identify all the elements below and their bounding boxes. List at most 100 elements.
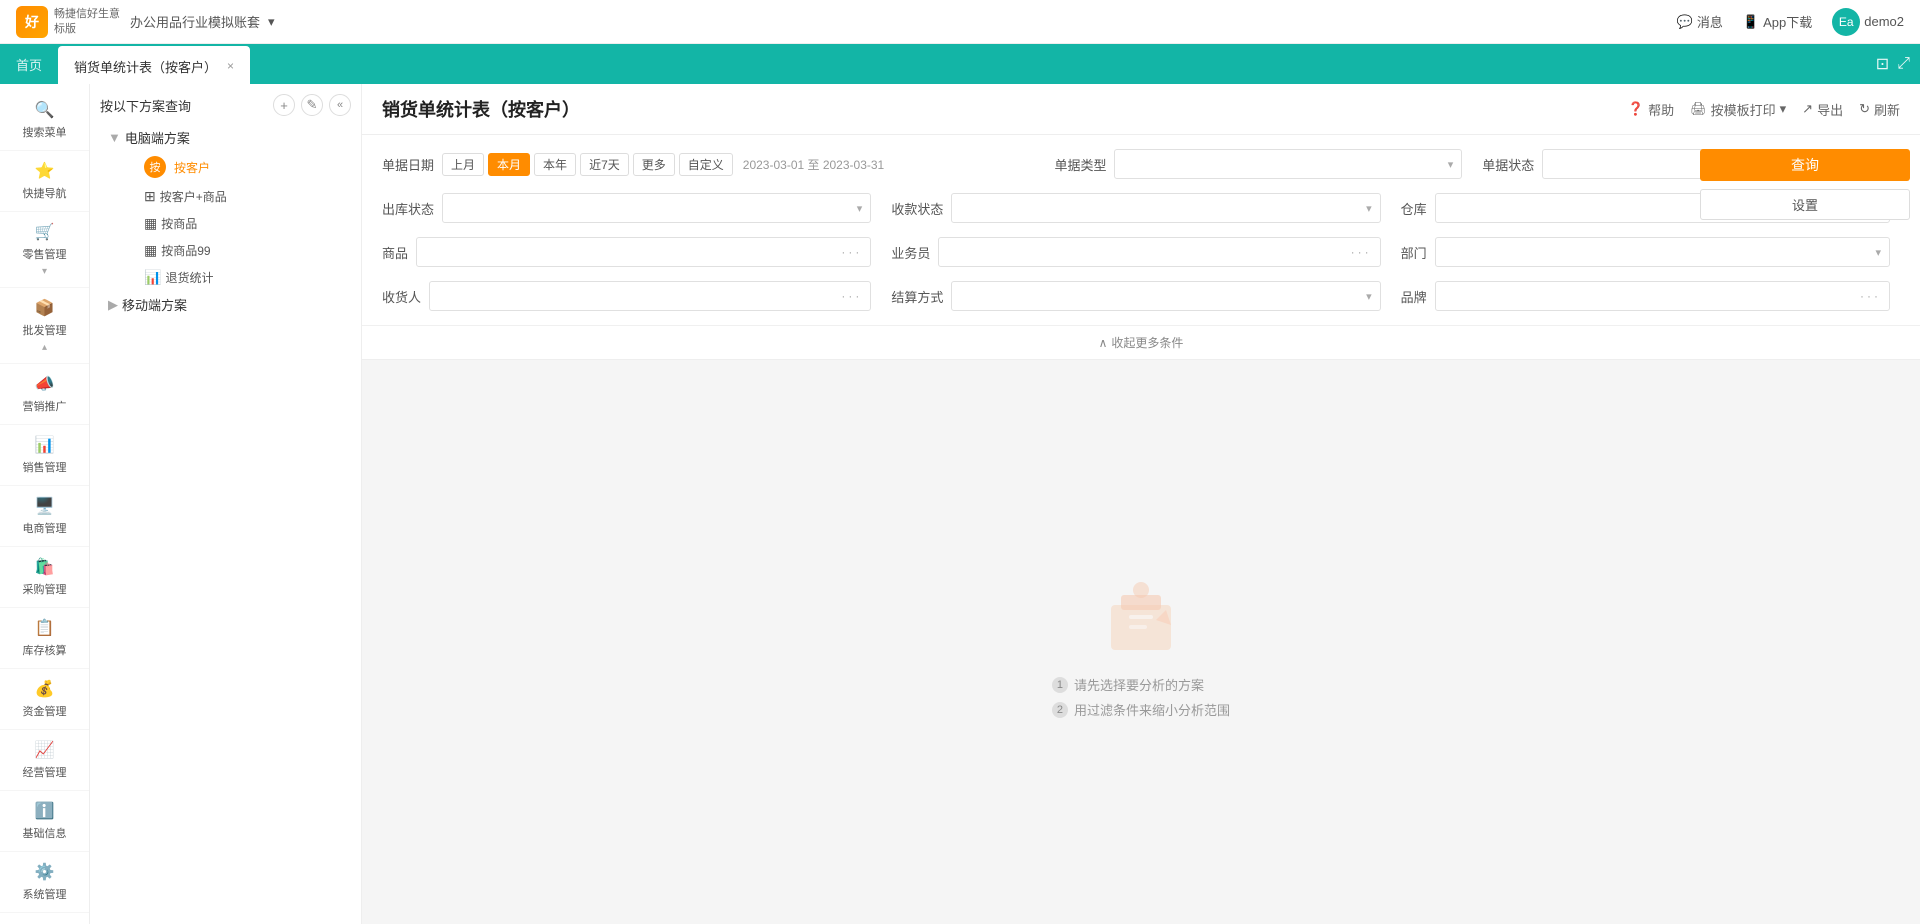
filter-cell-product: 商品 ··· [382,237,881,267]
tab-home[interactable]: 首页 [0,44,58,84]
staff-select[interactable]: ··· [938,237,1380,267]
edit-scheme-button[interactable]: ✎ [301,94,323,116]
filter-cell-dept: 部门 ▾ [1391,237,1900,267]
ellipsis-icon: ··· [1351,245,1372,259]
filter-cell-payment-method: 结算方式 ▾ [881,281,1390,311]
user-avatar[interactable]: Ea demo2 [1832,8,1904,36]
sidebar-item-inventory[interactable]: 📋 库存核算 [0,608,89,669]
tab-close-button[interactable]: × [227,59,234,73]
logo-icon: 好 [16,6,48,38]
sidebar-item-base-info[interactable]: ℹ️ 基础信息 [0,791,89,852]
chevron-right-icon: ▶ [108,297,118,313]
sidebar-item-enterprise[interactable]: 🤝 企业协同 [0,913,89,924]
tree-item-by-customer[interactable]: 按 按客户 [120,151,361,183]
date-btn-7days[interactable]: 近7天 [580,153,629,176]
collapse-panel-button[interactable]: « [329,94,351,116]
empty-state: 1 请先选择要分析的方案 2 用过滤条件来缩小分析范围 [362,360,1920,924]
query-button[interactable]: 查询 [1700,149,1910,181]
date-btn-lastmonth[interactable]: 上月 [442,153,484,176]
filter-row-2: 出库状态 ▾ 收款状态 ▾ [382,193,1900,223]
grid-icon: ⊞ [144,188,156,205]
recipient-input[interactable]: ··· [429,281,871,311]
refresh-button[interactable]: ↻ 刷新 [1859,100,1900,119]
operation-icon: 📈 [35,740,55,760]
info-icon: ℹ️ [35,801,55,821]
dept-select[interactable]: ▾ [1435,237,1890,267]
product-select[interactable]: ··· [416,237,871,267]
sidebar-item-wholesale[interactable]: 📦 批发管理 ▴ [0,288,89,364]
help-button[interactable]: ❓ 帮助 [1628,100,1674,119]
app-icon: 📱 [1743,14,1759,30]
filter-row-4: 收货人 ··· 结算方式 ▾ [382,281,1900,311]
sidebar: 🔍 搜索菜单 ⭐ 快捷导航 🛒 零售管理 ▾ 📦 批发管理 ▴ 📣 营销推广 [0,84,90,924]
payment-status-select[interactable]: ▾ [951,193,1380,223]
tree-item-by-product[interactable]: ▦ 按商品 [120,210,361,237]
tree-children-desktop: 按 按客户 ⊞ 按客户+商品 ▦ 按商品 ▦ 按商品99 [100,151,361,291]
sidebar-item-finance[interactable]: 💰 资金管理 [0,669,89,730]
filter-cell-payment-status: 收款状态 ▾ [881,193,1390,223]
marketing-icon: 📣 [35,374,55,394]
sidebar-item-sales[interactable]: 📊 销售管理 [0,425,89,486]
minimize-button[interactable]: ⊡ [1876,54,1889,74]
empty-hint-2: 2 用过滤条件来缩小分析范围 [1052,700,1230,719]
sidebar-item-retail[interactable]: 🛒 零售管理 ▾ [0,212,89,288]
date-btn-thismonth[interactable]: 本月 [488,153,530,176]
sidebar-item-system[interactable]: ⚙️ 系统管理 [0,852,89,913]
chevron-down-icon: ▾ [857,202,863,215]
stock-status-select[interactable]: ▾ [442,193,871,223]
maximize-button[interactable]: ⤢ [1897,55,1910,73]
retail-icon: 🛒 [35,222,55,242]
chevron-down-icon: ▾ [1448,158,1454,171]
date-btn-thisyear[interactable]: 本年 [534,153,576,176]
message-icon: 💬 [1677,14,1693,30]
date-btn-custom[interactable]: 自定义 [679,153,733,176]
date-btn-more[interactable]: 更多 [633,153,675,176]
sidebar-item-marketing[interactable]: 📣 营销推广 [0,364,89,425]
sidebar-item-nav[interactable]: ⭐ 快捷导航 [0,151,89,212]
wholesale-icon: 📦 [35,298,55,318]
date-controls: 上月 本月 本年 近7天 更多 自定义 2023-03-01 至 2023-03… [442,153,1034,176]
chevron-down-icon: ▾ [1366,290,1372,303]
add-scheme-button[interactable]: + [273,94,295,116]
tree-root-mobile[interactable]: ▶ 移动端方案 [100,291,361,318]
print-button[interactable]: 🖨 按模板打印 ▾ [1690,100,1786,119]
panel-header-icons: + ✎ « [273,94,351,116]
collapse-filter-button[interactable]: ∧ 收起更多条件 [362,325,1920,359]
empty-illustration [1091,565,1191,665]
order-type-select[interactable]: ▾ [1114,149,1462,179]
tree-item-by-product99[interactable]: ▦ 按商品99 [120,237,361,264]
chevron-down-icon: ▼ [108,130,121,145]
sidebar-item-search[interactable]: 🔍 搜索菜单 [0,90,89,151]
filter-inner: 单据日期 上月 本月 本年 近7天 更多 自定义 2023-03-01 至 20… [362,135,1920,325]
filter-cell-order-type: 单据类型 ▾ [1044,149,1472,179]
sidebar-item-operation[interactable]: 📈 经营管理 [0,730,89,791]
collapse-icon: ∧ [1099,336,1108,350]
chart-icon: 📊 [144,269,161,286]
industry-selector[interactable]: 办公用品行业模拟账套 ▾ [130,12,275,31]
purchase-icon: 🛍️ [35,557,55,577]
tree-item-by-customer-product[interactable]: ⊞ 按客户+商品 [120,183,361,210]
sidebar-item-ecommerce[interactable]: 🖥️ 电商管理 [0,486,89,547]
panel-header: 按以下方案查询 + ✎ « [90,94,361,124]
print-icon: 🖨 [1690,101,1707,117]
chevron-down-icon: ▾ [268,14,275,30]
tree-section: ▼ 电脑端方案 按 按客户 ⊞ 按客户+商品 ▦ 按商品 [90,124,361,318]
tab-current[interactable]: 销货单统计表（按客户） × [58,46,250,86]
tree-root-desktop[interactable]: ▼ 电脑端方案 [100,124,361,151]
brand-select[interactable]: ··· [1435,281,1890,311]
export-button[interactable]: ↗ 导出 [1802,100,1843,119]
sidebar-item-purchase[interactable]: 🛍️ 采购管理 [0,547,89,608]
refresh-icon: ↻ [1859,101,1870,117]
edit-icon: ✎ [307,97,318,113]
app-download-button[interactable]: 📱 App下载 [1743,12,1812,31]
tree-item-return-stats[interactable]: 📊 退货统计 [120,264,361,291]
date-range-display: 2023-03-01 至 2023-03-31 [743,156,884,173]
message-button[interactable]: 💬 消息 [1677,12,1723,31]
settings-button[interactable]: 设置 [1700,189,1910,220]
filter-cell-brand: 品牌 ··· [1391,281,1900,311]
active-indicator: 按 [144,156,166,178]
top-bar: 好 畅捷信好生意 标版 办公用品行业模拟账套 ▾ 💬 消息 📱 App下载 [0,0,1920,44]
payment-method-select[interactable]: ▾ [951,281,1380,311]
filter-cell-date: 单据日期 上月 本月 本年 近7天 更多 自定义 2023-03-01 至 20… [382,153,1044,176]
inventory-icon: 📋 [35,618,55,638]
